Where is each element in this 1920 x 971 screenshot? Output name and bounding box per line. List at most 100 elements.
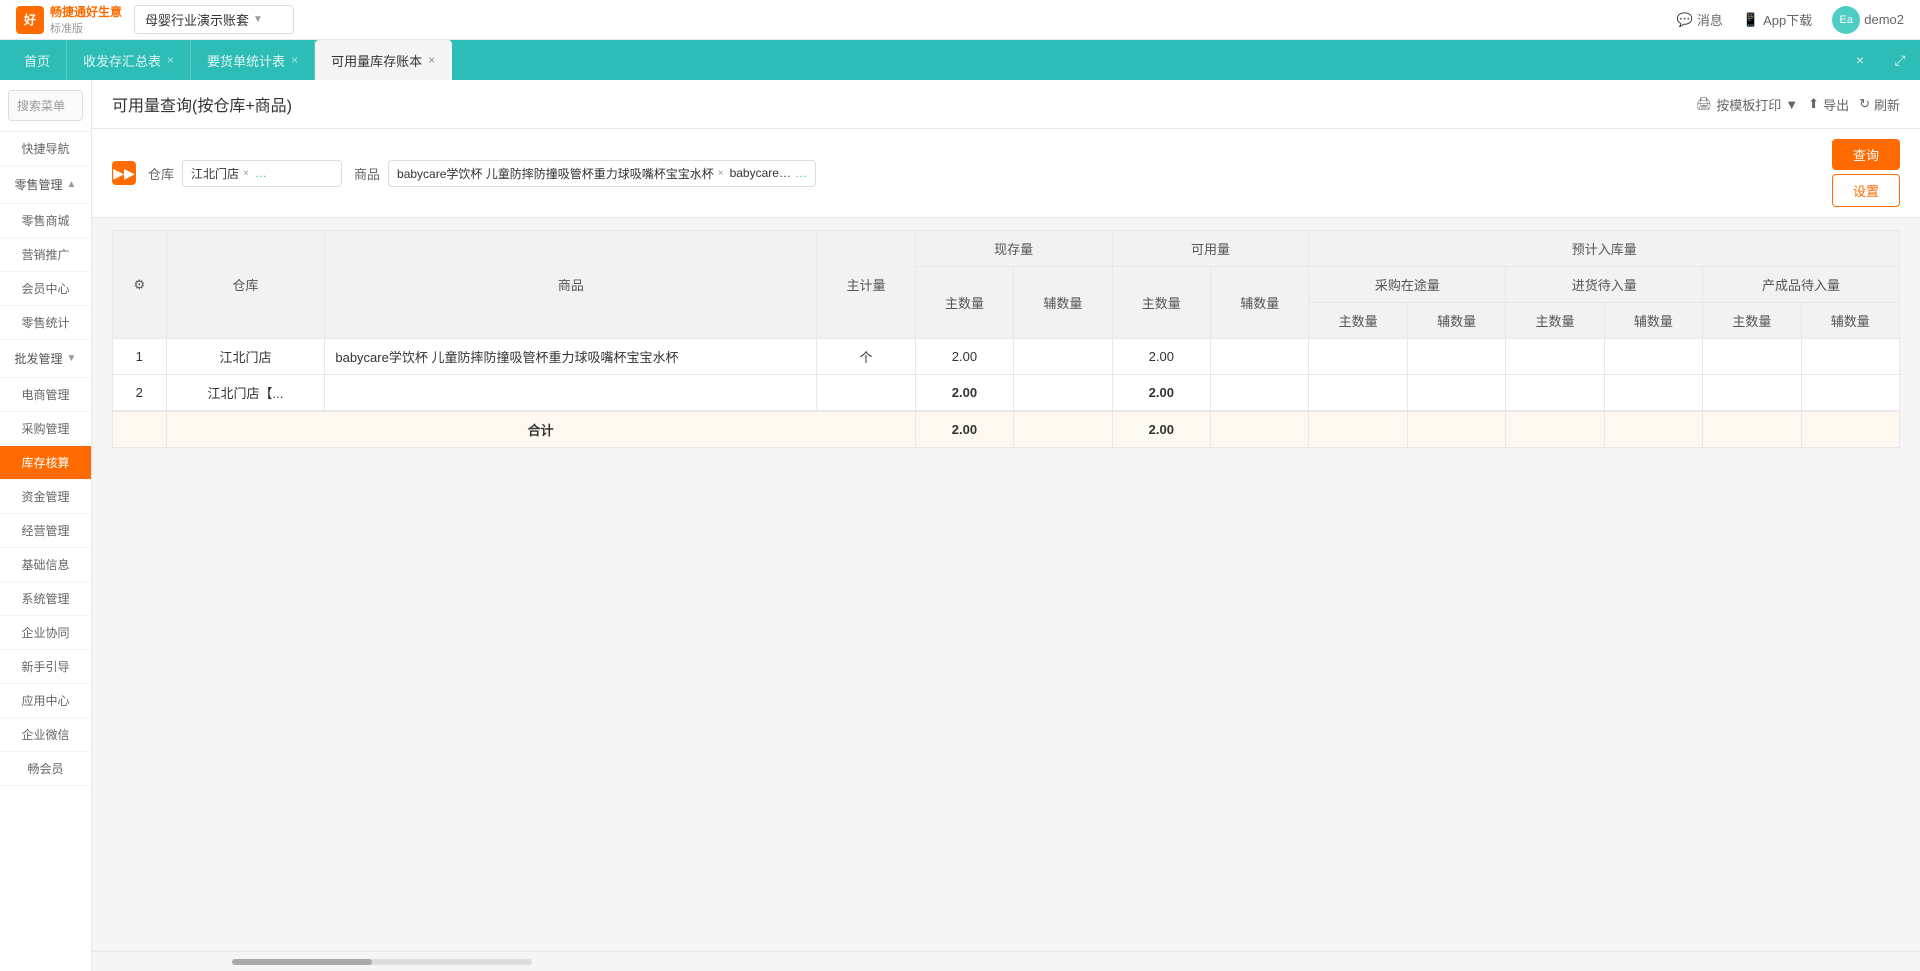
close-icon[interactable]: ×	[428, 53, 435, 67]
template-print-button[interactable]: 🖨 按模板打印 ▼	[1696, 95, 1798, 114]
total-inbound-pending-main	[1506, 411, 1604, 448]
page-title: 可用量查询(按仓库+商品)	[112, 92, 292, 116]
row-stock-main: 2.00	[915, 375, 1013, 412]
sidebar-item-app-center[interactable]: 应用中心	[0, 684, 91, 718]
warehouse-filter-input[interactable]: 江北门店 × …	[182, 160, 342, 187]
app-download-action[interactable]: 📱 App下载	[1743, 10, 1812, 29]
stock-aux-qty-header: 辅数量	[1014, 267, 1112, 339]
sidebar-item-finance[interactable]: 资金管理	[0, 480, 91, 514]
sidebar-item-ecommerce[interactable]: 电商管理	[0, 378, 91, 412]
refresh-button[interactable]: ↻ 刷新	[1859, 95, 1900, 114]
row-index: 1	[113, 339, 167, 375]
row-index: 2	[113, 375, 167, 412]
row-stock-main: 2.00	[915, 339, 1013, 375]
message-action[interactable]: 💬 消息	[1677, 10, 1723, 29]
total-label: 合计	[166, 411, 915, 448]
sidebar-item-wholesale-mgmt[interactable]: 批发管理 ▼	[0, 340, 91, 378]
close-icon[interactable]: ×	[291, 53, 298, 67]
data-table: ⚙ 仓库 商品 主计量 现存量 可用量 预计入库量 主数量 辅数量 主数量 辅数…	[112, 230, 1900, 448]
refresh-icon: ↻	[1859, 96, 1870, 112]
purchase-transit-main-header: 主数量	[1309, 303, 1407, 339]
sidebar-item-member[interactable]: 畅会员	[0, 752, 91, 786]
export-button[interactable]: ⬆ 导出	[1808, 95, 1849, 114]
chevron-down-icon: ▼	[1785, 97, 1798, 112]
remove-product-tag-button[interactable]: ×	[718, 168, 724, 179]
sidebar-item-purchase[interactable]: 采购管理	[0, 412, 91, 446]
sidebar-item-operations[interactable]: 经营管理	[0, 514, 91, 548]
row-inbound-pending-aux	[1604, 375, 1702, 412]
total-purchase-transit-main	[1309, 411, 1407, 448]
window-controls: × ⤢	[1840, 40, 1920, 80]
close-icon[interactable]: ×	[167, 53, 174, 67]
filter-toggle-button[interactable]: ▶▶	[112, 161, 136, 185]
table-area: ⚙ 仓库 商品 主计量 现存量 可用量 预计入库量 主数量 辅数量 主数量 辅数…	[92, 218, 1920, 951]
tab-available-stock[interactable]: 可用量库存账本 ×	[315, 40, 452, 80]
inbound-pending-aux-header: 辅数量	[1604, 303, 1702, 339]
row-available-aux	[1211, 375, 1309, 412]
bottom-bar	[92, 951, 1920, 971]
main-unit-column-header: 主计量	[817, 231, 915, 339]
sidebar-item-quick-nav[interactable]: 快捷导航	[0, 132, 91, 166]
org-selector[interactable]: 母婴行业演示账套 ▼	[134, 5, 294, 34]
close-window-button[interactable]: ×	[1840, 40, 1880, 80]
total-production-pending-aux	[1801, 411, 1899, 448]
total-row: 合计 2.00 2.00	[113, 411, 1900, 448]
row-production-pending-main	[1703, 339, 1801, 375]
logo-area: 好 畅捷通好生意 标准版	[16, 3, 122, 36]
sidebar-item-marketing[interactable]: 营销推广	[0, 238, 91, 272]
total-stock-aux	[1014, 411, 1112, 448]
sidebar-item-basic-info[interactable]: 基础信息	[0, 548, 91, 582]
available-aux-qty-header: 辅数量	[1211, 267, 1309, 339]
avatar: Ea	[1832, 6, 1860, 34]
sidebar-item-enterprise-wechat[interactable]: 企业微信	[0, 718, 91, 752]
available-group-header: 可用量	[1112, 231, 1309, 267]
tab-home[interactable]: 首页	[8, 40, 67, 80]
tab-receivable[interactable]: 收发存汇总表 ×	[67, 40, 191, 80]
user-profile[interactable]: Ea demo2	[1832, 6, 1904, 34]
query-settings-buttons: 查询 设置	[1832, 139, 1900, 207]
sidebar-item-enterprise[interactable]: 企业协同	[0, 616, 91, 650]
production-pending-subheader: 产成品待入量	[1703, 267, 1900, 303]
row-product	[325, 375, 817, 412]
sidebar-item-onboarding[interactable]: 新手引导	[0, 650, 91, 684]
horizontal-scrollbar[interactable]	[232, 959, 532, 965]
row-purchase-transit-aux	[1407, 339, 1505, 375]
tab-order-stats[interactable]: 要货单统计表 ×	[191, 40, 315, 80]
sidebar-item-retail-stats[interactable]: 零售统计	[0, 306, 91, 340]
row-inbound-pending-aux	[1604, 339, 1702, 375]
sidebar-item-inventory[interactable]: 库存核算	[0, 446, 91, 480]
settings-icon[interactable]: ⚙	[133, 277, 145, 292]
product-column-header: 商品	[325, 231, 817, 339]
table-row: 2 江北门店【... 2.00 2.00	[113, 375, 1900, 412]
maximize-window-button[interactable]: ⤢	[1880, 40, 1920, 80]
query-button[interactable]: 查询	[1832, 139, 1900, 170]
sidebar-search-area: 搜索菜单	[0, 80, 91, 132]
more-options-icon[interactable]: …	[255, 166, 267, 180]
scrollbar-thumb[interactable]	[232, 959, 372, 965]
row-stock-aux	[1014, 375, 1112, 412]
search-menu-button[interactable]: 搜索菜单	[8, 90, 83, 121]
sidebar-item-retail-mgmt[interactable]: 零售管理 ▲	[0, 166, 91, 204]
settings-column-header[interactable]: ⚙	[113, 231, 167, 339]
sidebar-item-member-center[interactable]: 会员中心	[0, 272, 91, 306]
chevron-down-icon: ▼	[253, 14, 263, 25]
chevron-icon: ▲	[67, 179, 77, 190]
warehouse-tag: 江北门店 ×	[191, 165, 249, 182]
total-production-pending-main	[1703, 411, 1801, 448]
total-inbound-pending-aux	[1604, 411, 1702, 448]
product-filter-input[interactable]: babycare学饮杯 儿童防摔防撞吸管杯重力球吸嘴杯宝宝水杯 × babyca…	[388, 160, 816, 187]
tab-spacer	[452, 40, 1840, 80]
sidebar-item-system[interactable]: 系统管理	[0, 582, 91, 616]
row-warehouse: 江北门店【...	[166, 375, 325, 412]
settings-button[interactable]: 设置	[1832, 174, 1900, 207]
row-production-pending-aux	[1801, 339, 1899, 375]
current-stock-group-header: 现存量	[915, 231, 1112, 267]
logo-icon: 好	[16, 6, 44, 34]
product-more-icon[interactable]: …	[795, 166, 807, 180]
total-available-main: 2.00	[1112, 411, 1210, 448]
remove-warehouse-tag-button[interactable]: ×	[243, 168, 249, 179]
available-main-qty-header: 主数量	[1112, 267, 1210, 339]
chevron-icon: ▼	[67, 353, 77, 364]
sidebar-item-retail-mall[interactable]: 零售商城	[0, 204, 91, 238]
sidebar: 搜索菜单 快捷导航 零售管理 ▲ 零售商城 营销推广 会员中心 零售统计 批发管…	[0, 80, 92, 971]
